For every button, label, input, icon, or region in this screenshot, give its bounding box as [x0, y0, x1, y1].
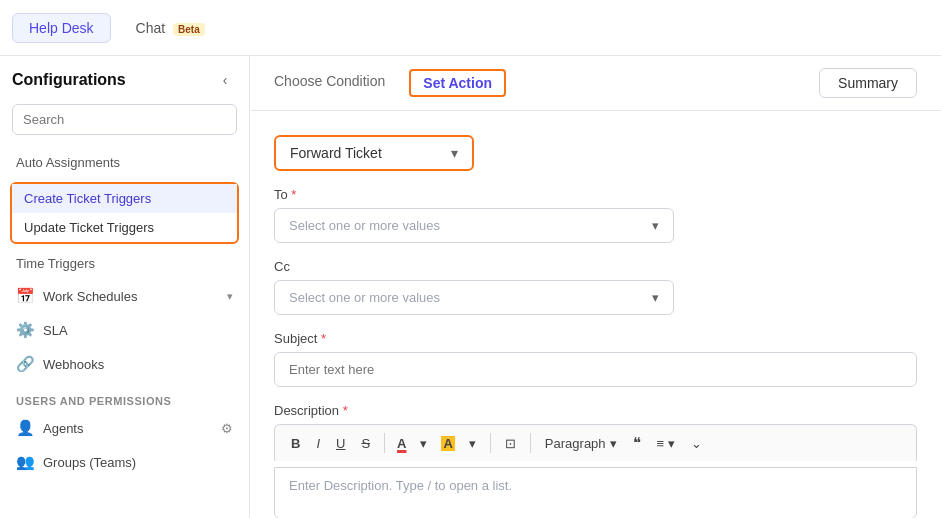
cc-placeholder: Select one or more values — [289, 290, 440, 305]
paragraph-chevron: ▾ — [610, 436, 617, 451]
rte-separator-2 — [490, 433, 491, 453]
rte-font-color-dropdown[interactable]: ▾ — [414, 433, 433, 454]
rte-toolbar: B I U S A ▾ A ▾ ⊡ — [274, 424, 917, 461]
main-content: Configurations ‹ Auto Assignments Create… — [0, 56, 941, 518]
to-required: * — [291, 187, 296, 202]
to-field-group: To * Select one or more values ▾ — [274, 187, 917, 243]
align-icon: ≡ — [657, 436, 665, 451]
to-select[interactable]: Select one or more values ▾ — [274, 208, 674, 243]
sidebar-item-sla[interactable]: ⚙️ SLA — [0, 313, 249, 347]
tab-set-action[interactable]: Set Action — [409, 69, 506, 97]
cc-field-group: Cc Select one or more values ▾ — [274, 259, 917, 315]
tab-choose-condition[interactable]: Choose Condition — [274, 69, 385, 97]
cc-chevron-icon: ▾ — [652, 290, 659, 305]
rte-highlight-button[interactable]: A — [437, 433, 458, 454]
tab-chat[interactable]: Chat Beta — [119, 13, 222, 43]
main-panel: Choose Condition Set Action Summary Forw… — [250, 56, 941, 518]
rte-underline-button[interactable]: U — [330, 433, 351, 454]
tab-chat-label: Chat — [136, 20, 166, 36]
agents-icon: 👤 — [16, 419, 35, 437]
work-schedules-label: Work Schedules — [43, 289, 137, 304]
agents-settings-icon: ⚙ — [221, 421, 233, 436]
webhooks-icon: 🔗 — [16, 355, 35, 373]
sidebar-item-create-ticket-triggers[interactable]: Create Ticket Triggers — [12, 184, 237, 213]
description-placeholder: Enter Description. Type / to open a list… — [289, 478, 512, 493]
chevron-down-icon: ▾ — [227, 290, 233, 303]
sidebar-item-webhooks[interactable]: 🔗 Webhooks — [0, 347, 249, 381]
action-select-value: Forward Ticket — [290, 145, 382, 161]
sla-label: SLA — [43, 323, 68, 338]
rte-strikethrough-button[interactable]: S — [355, 433, 376, 454]
rte-highlight-dropdown[interactable]: ▾ — [463, 433, 482, 454]
more-label: ⌄ — [691, 436, 702, 451]
collapse-sidebar-button[interactable]: ‹ — [213, 68, 237, 92]
action-tabs: Choose Condition Set Action — [274, 69, 506, 97]
users-permissions-section: USERS AND PERMISSIONS — [0, 381, 249, 411]
rte-paragraph-dropdown[interactable]: Paragraph ▾ — [539, 433, 623, 454]
to-label: To * — [274, 187, 917, 202]
rte-italic-button[interactable]: I — [310, 433, 326, 454]
sidebar-item-agents[interactable]: 👤 Agents ⚙ — [0, 411, 249, 445]
summary-button[interactable]: Summary — [819, 68, 917, 98]
webhooks-label: Webhooks — [43, 357, 104, 372]
form-area: Forward Ticket ▾ To * Select one or more… — [250, 111, 941, 518]
paragraph-label: Paragraph — [545, 436, 606, 451]
sidebar-title: Configurations — [12, 71, 126, 89]
top-nav: Help Desk Chat Beta — [0, 0, 941, 56]
trigger-group-box: Create Ticket Triggers Update Ticket Tri… — [10, 182, 239, 244]
align-chevron: ▾ — [668, 436, 675, 451]
subject-label: Subject * — [274, 331, 917, 346]
tab-helpdesk[interactable]: Help Desk — [12, 13, 111, 43]
sidebar-item-groups[interactable]: 👥 Groups (Teams) — [0, 445, 249, 479]
rte-bold-button[interactable]: B — [285, 433, 306, 454]
rte-separator-3 — [530, 433, 531, 453]
beta-badge: Beta — [173, 23, 205, 36]
font-color-label: A — [397, 436, 406, 451]
subject-required: * — [321, 331, 326, 346]
action-header: Choose Condition Set Action Summary — [250, 56, 941, 111]
groups-label: Groups (Teams) — [43, 455, 136, 470]
sidebar: Configurations ‹ Auto Assignments Create… — [0, 56, 250, 518]
groups-icon: 👥 — [16, 453, 35, 471]
action-select-row: Forward Ticket ▾ — [274, 135, 917, 171]
cc-select[interactable]: Select one or more values ▾ — [274, 280, 674, 315]
app-container: Help Desk Chat Beta Configurations ‹ Aut… — [0, 0, 941, 518]
subject-input[interactable] — [274, 352, 917, 387]
rte-align-dropdown[interactable]: ≡ ▾ — [651, 433, 682, 454]
cc-label: Cc — [274, 259, 917, 274]
sidebar-item-work-schedules[interactable]: 📅 Work Schedules ▾ — [0, 279, 249, 313]
sidebar-header: Configurations ‹ — [0, 68, 249, 104]
to-placeholder: Select one or more values — [289, 218, 440, 233]
description-required: * — [343, 403, 348, 418]
action-select-chevron: ▾ — [451, 145, 458, 161]
search-input[interactable] — [12, 104, 237, 135]
highlight-label: A — [441, 436, 454, 451]
sidebar-item-time-triggers[interactable]: Time Triggers — [0, 248, 249, 279]
rte-image-button[interactable]: ⊡ — [499, 433, 522, 454]
subject-field-group: Subject * — [274, 331, 917, 387]
sla-icon: ⚙️ — [16, 321, 35, 339]
sidebar-item-update-ticket-triggers[interactable]: Update Ticket Triggers — [12, 213, 237, 242]
action-select-dropdown[interactable]: Forward Ticket ▾ — [274, 135, 474, 171]
rte-more-dropdown[interactable]: ⌄ — [685, 433, 708, 454]
rte-quote-button[interactable]: ❝ — [627, 431, 647, 455]
search-box — [12, 104, 237, 135]
calendar-icon: 📅 — [16, 287, 35, 305]
rte-font-color-button[interactable]: A — [393, 433, 410, 454]
agents-label: Agents — [43, 421, 83, 436]
description-label: Description * — [274, 403, 917, 418]
sidebar-item-auto-assignments[interactable]: Auto Assignments — [0, 147, 249, 178]
description-section: Description * B I U S A ▾ — [274, 403, 917, 518]
rte-separator-1 — [384, 433, 385, 453]
description-textarea[interactable]: Enter Description. Type / to open a list… — [274, 467, 917, 518]
to-chevron-icon: ▾ — [652, 218, 659, 233]
